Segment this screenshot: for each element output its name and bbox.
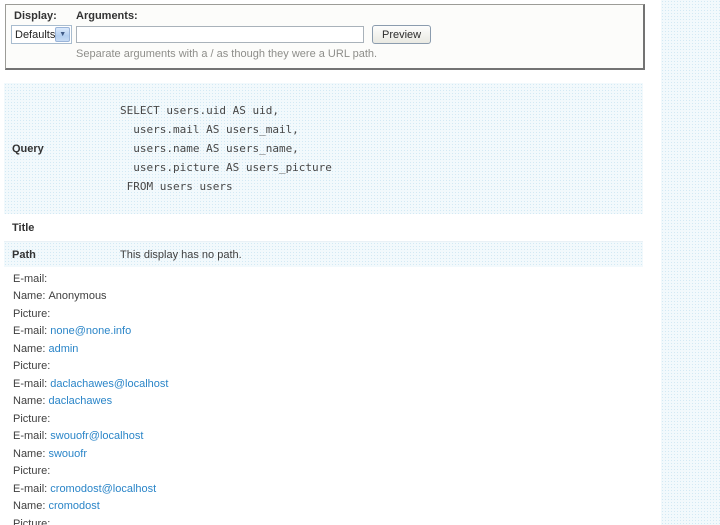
email-link[interactable]: none@none.info <box>50 325 131 337</box>
list-item: Picture: <box>13 358 643 376</box>
list-item: Picture: <box>13 410 643 428</box>
list-item: E-mail: daclachawes@localhost <box>13 375 643 393</box>
name-link[interactable]: daclachawes <box>48 395 112 407</box>
picture-label: Picture: <box>13 517 54 525</box>
arguments-label: Arguments: <box>76 10 138 22</box>
preview-form: Display: Defaults ▼ Arguments: Preview S… <box>5 4 645 70</box>
name-label: Name: <box>13 342 49 355</box>
email-label: E-mail: <box>13 430 51 443</box>
name-label: Name: <box>13 447 49 460</box>
path-label: Path <box>12 248 36 261</box>
email-link[interactable]: daclachawes@localhost <box>50 378 168 390</box>
page-background-strip <box>661 0 720 525</box>
query-row: Query SELECT users.uid AS uid, users.mai… <box>4 83 643 214</box>
name-link[interactable]: admin <box>48 343 78 355</box>
picture-label: Picture: <box>13 412 54 425</box>
list-item: Picture: <box>13 463 643 481</box>
email-label: E-mail: <box>13 272 51 285</box>
email-link[interactable]: cromodost@localhost <box>50 483 156 495</box>
title-row: Title <box>4 214 643 242</box>
name-label: Name: <box>13 500 49 513</box>
list-item: Picture: <box>13 305 643 323</box>
name-label: Name: <box>13 395 49 408</box>
display-label: Display: <box>14 10 57 22</box>
display-select[interactable]: Defaults ▼ <box>11 25 72 44</box>
picture-label: Picture: <box>13 465 54 478</box>
email-label: E-mail: <box>13 377 51 390</box>
arguments-help-text: Separate arguments with a / as though th… <box>76 48 378 60</box>
path-value: This display has no path. <box>120 248 242 261</box>
list-item: E-mail: none@none.info <box>13 323 643 341</box>
list-item: Name: swouofr <box>13 445 643 463</box>
views-preview-page: Display: Defaults ▼ Arguments: Preview S… <box>0 0 720 525</box>
preview-button[interactable]: Preview <box>372 25 432 44</box>
list-item: Name: Anonymous <box>13 288 643 306</box>
email-link[interactable]: swouofr@localhost <box>50 430 143 442</box>
name-link[interactable]: swouofr <box>48 448 87 460</box>
name-link[interactable]: cromodost <box>48 500 99 512</box>
name-label: Name: <box>13 290 49 303</box>
list-item: Picture: <box>13 515 643 525</box>
chevron-down-icon[interactable]: ▼ <box>55 27 70 42</box>
path-row: Path This display has no path. <box>4 242 643 267</box>
query-label: Query <box>12 142 44 155</box>
arguments-input[interactable] <box>76 26 364 43</box>
name-value: Anonymous <box>48 290 107 303</box>
picture-label: Picture: <box>13 360 54 373</box>
list-item: E-mail: <box>13 270 643 288</box>
list-item: E-mail: cromodost@localhost <box>13 480 643 498</box>
view-summary-table: Query SELECT users.uid AS uid, users.mai… <box>4 83 643 267</box>
display-select-value: Defaults <box>15 28 56 41</box>
list-item: Name: admin <box>13 340 643 358</box>
picture-label: Picture: <box>13 307 54 320</box>
title-label: Title <box>12 221 35 234</box>
query-sql-text: SELECT users.uid AS uid, users.mail AS u… <box>120 104 332 193</box>
email-label: E-mail: <box>13 482 51 495</box>
list-item: E-mail: swouofr@localhost <box>13 428 643 446</box>
email-label: E-mail: <box>13 325 51 338</box>
list-item: Name: cromodost <box>13 498 643 516</box>
preview-results: E-mail: Name: Anonymous Picture: E-mail:… <box>13 270 643 525</box>
list-item: Name: daclachawes <box>13 393 643 411</box>
